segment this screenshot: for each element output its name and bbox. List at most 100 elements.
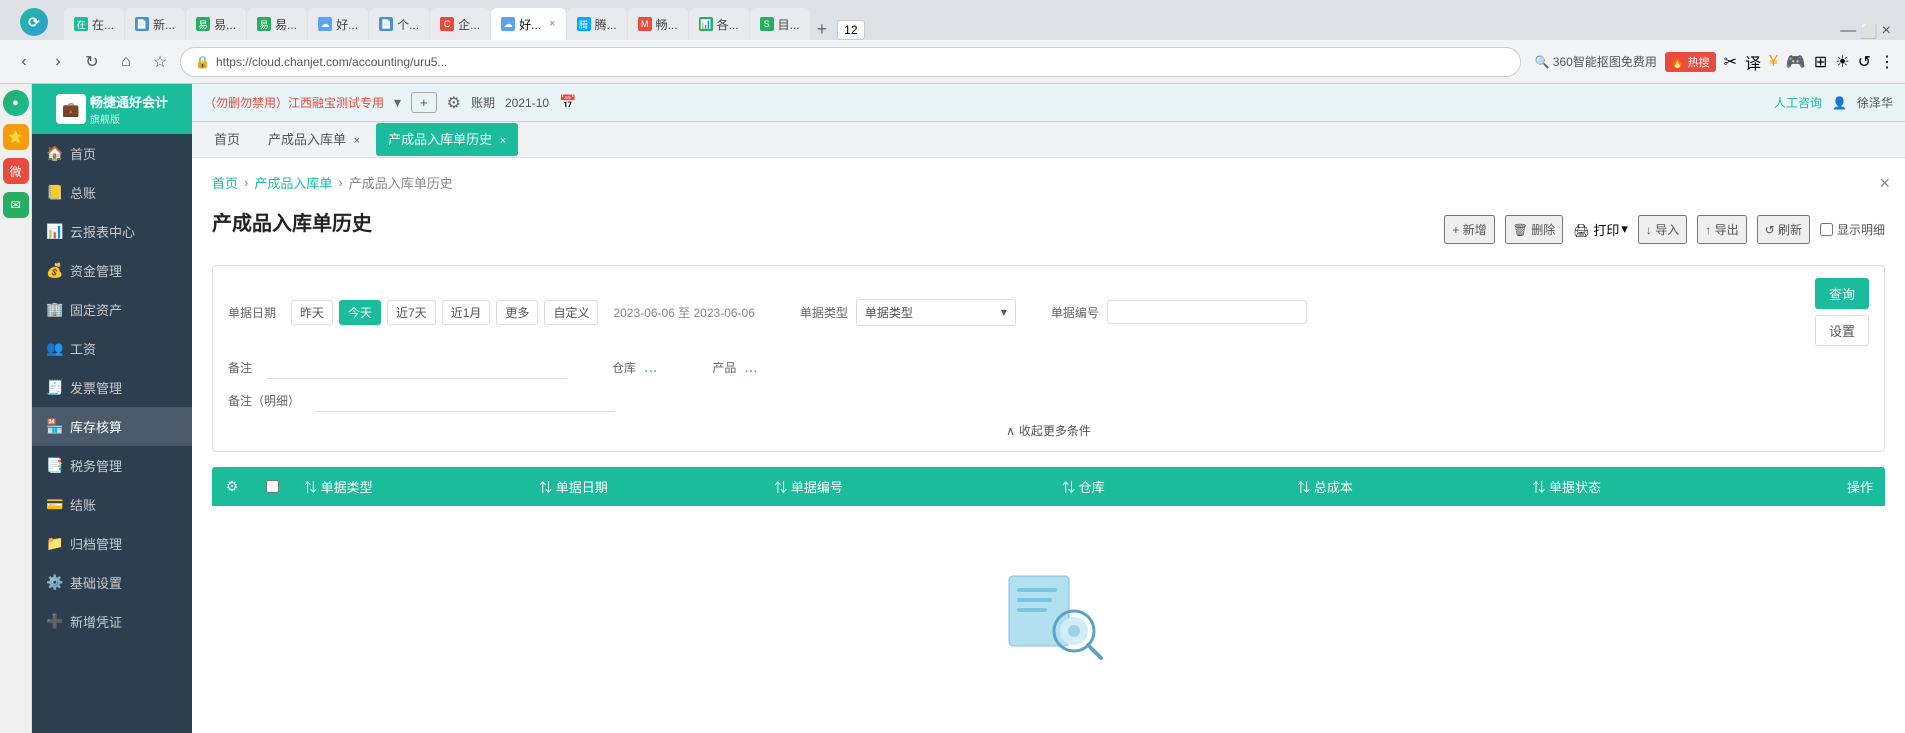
- calendar-icon[interactable]: 📅: [559, 94, 576, 111]
- th-checkbox-cell[interactable]: [252, 470, 292, 503]
- settings-header-button[interactable]: ⚙: [447, 93, 461, 113]
- delete-button[interactable]: 🗑 删除: [1505, 215, 1564, 244]
- tab-favicon-10: M: [638, 17, 652, 31]
- back-button[interactable]: ‹: [10, 48, 38, 76]
- breadcrumb-home[interactable]: 首页: [212, 173, 238, 192]
- add-period-button[interactable]: +: [411, 92, 437, 113]
- page-tab-product-history-close[interactable]: ×: [500, 135, 506, 147]
- last7days-button[interactable]: 近7天: [387, 300, 436, 325]
- sidebar-item-archive[interactable]: 📁 归档管理: [32, 524, 192, 563]
- import-button[interactable]: ↓ 导入: [1638, 215, 1687, 244]
- remark-detail-input[interactable]: [315, 389, 615, 412]
- last1month-button[interactable]: 近1月: [442, 300, 491, 325]
- doc-number-input[interactable]: [1107, 300, 1307, 324]
- refresh-button[interactable]: ↻: [78, 48, 106, 76]
- remark-input[interactable]: [267, 356, 567, 379]
- export-button[interactable]: ↑ 导出: [1697, 215, 1746, 244]
- sidebar-item-payroll[interactable]: 👥 工资: [32, 329, 192, 368]
- today-button[interactable]: 今天: [339, 300, 381, 325]
- sidebar-item-invoice[interactable]: 🧾 发票管理: [32, 368, 192, 407]
- display-detail-checkbox[interactable]: [1820, 223, 1833, 236]
- currency-icon[interactable]: ¥: [1769, 53, 1778, 71]
- product-selector[interactable]: ...: [744, 359, 757, 377]
- table-settings-icon[interactable]: ⚙: [226, 478, 239, 495]
- browser-tab-2[interactable]: 📄 新...: [125, 8, 185, 40]
- page-tab-product-list[interactable]: 产成品入库单 ×: [256, 123, 372, 156]
- refresh-button-main[interactable]: ↺ 刷新: [1757, 215, 1810, 244]
- settings-filter-button[interactable]: 设置: [1815, 315, 1869, 346]
- th-doc-status[interactable]: ⇅ 单据状态: [1520, 467, 1755, 506]
- translate-icon[interactable]: 译: [1745, 50, 1761, 74]
- weather-icon[interactable]: ☀: [1835, 52, 1849, 72]
- sidebar-item-basic-settings[interactable]: ⚙️ 基础设置: [32, 563, 192, 602]
- yesterday-button[interactable]: 昨天: [291, 300, 333, 325]
- sidebar-item-fund-mgmt[interactable]: 💰 资金管理: [32, 251, 192, 290]
- app-icon-weibo[interactable]: 微: [3, 158, 29, 184]
- browser-tab-6[interactable]: 📄 个...: [369, 8, 429, 40]
- sidebar-item-new-voucher[interactable]: ➕ 新增凭证: [32, 602, 192, 641]
- home-button[interactable]: ⌂: [112, 48, 140, 76]
- hot-search-badge[interactable]: 🔥 热搜: [1665, 52, 1716, 72]
- user-service-link[interactable]: 人工咨询: [1774, 94, 1822, 111]
- page-tab-home[interactable]: 首页: [202, 123, 252, 156]
- browser-tab-10[interactable]: M 畅...: [628, 8, 688, 40]
- custom-date-button[interactable]: 自定义: [544, 300, 598, 325]
- doc-type-select[interactable]: 单据类型 ▾: [856, 299, 1016, 326]
- forward-button[interactable]: ›: [44, 48, 72, 76]
- select-all-checkbox[interactable]: [266, 480, 279, 493]
- scissors-icon[interactable]: ✂: [1724, 52, 1737, 72]
- th-total-cost[interactable]: ⇅ 总成本: [1285, 467, 1520, 506]
- company-dropdown-icon[interactable]: ▾: [394, 94, 401, 111]
- minimize-button[interactable]: —: [1840, 22, 1856, 40]
- browser-tab-3[interactable]: 易 易...: [186, 8, 246, 40]
- page-tab-product-history[interactable]: 产成品入库单历史 ×: [376, 123, 518, 156]
- app-icon-star[interactable]: ⭐: [3, 124, 29, 150]
- warehouse-selector[interactable]: ...: [644, 359, 657, 377]
- app-icon-mail[interactable]: ✉: [3, 192, 29, 218]
- browser-tab-12[interactable]: S 目...: [750, 8, 810, 40]
- more-date-button[interactable]: 更多: [496, 300, 538, 325]
- browser-tab-4[interactable]: 易 易...: [247, 8, 307, 40]
- sidebar-item-fixed-assets[interactable]: 🏢 固定资产: [32, 290, 192, 329]
- sidebar-item-inventory[interactable]: 🏪 库存核算: [32, 407, 192, 446]
- game-icon[interactable]: 🎮: [1786, 52, 1806, 72]
- sidebar-item-tax-mgmt[interactable]: 📑 税务管理: [32, 446, 192, 485]
- avatar-icon[interactable]: 👤: [1832, 96, 1847, 110]
- th-warehouse[interactable]: ⇅ 仓库: [1050, 467, 1285, 506]
- th-doc-number[interactable]: ⇅ 单据编号: [762, 467, 1050, 506]
- sidebar-item-general-ledger[interactable]: 📒 总账: [32, 173, 192, 212]
- browser-tab-11[interactable]: 📊 各...: [689, 8, 749, 40]
- query-button[interactable]: 查询: [1815, 278, 1869, 309]
- maximize-button[interactable]: ⬜: [1860, 22, 1877, 40]
- th-doc-date[interactable]: ⇅ 单据日期: [527, 467, 762, 506]
- th-doc-type[interactable]: ⇅ 单据类型: [292, 467, 527, 506]
- th-settings-cell[interactable]: ⚙: [212, 468, 252, 505]
- print-dropdown[interactable]: 🖨 打印 ▾: [1573, 220, 1628, 239]
- collapse-button[interactable]: ∧ 收起更多条件: [1006, 422, 1091, 439]
- browser-tab-8[interactable]: ☁ 好... ×: [491, 8, 565, 40]
- browser-tab-1[interactable]: 在 在...: [64, 8, 124, 40]
- add-button[interactable]: + 新增: [1444, 215, 1494, 244]
- browser-tab-9[interactable]: 腾 腾...: [567, 8, 627, 40]
- new-tab-button[interactable]: +: [811, 19, 834, 40]
- url-input[interactable]: 🔒 https://cloud.chanjet.com/accounting/u…: [180, 47, 1521, 77]
- undo-icon[interactable]: ↺: [1858, 52, 1871, 72]
- breadcrumb-product-list[interactable]: 产成品入库单: [254, 173, 332, 192]
- app-icon-green[interactable]: ●: [3, 90, 29, 116]
- browser-tab-7[interactable]: C 企...: [430, 8, 490, 40]
- sidebar-item-cloud-reports[interactable]: 📊 云报表中心: [32, 212, 192, 251]
- close-browser-button[interactable]: ×: [1882, 22, 1891, 40]
- sidebar-item-settlement[interactable]: 💳 结账: [32, 485, 192, 524]
- tab-favicon-8: ☁: [501, 17, 515, 31]
- tab-close-8[interactable]: ×: [549, 18, 555, 30]
- home-menu-icon: 🏠: [46, 145, 62, 162]
- bookmark-button[interactable]: ☆: [146, 48, 174, 76]
- warehouse-filter: 仓库 ...: [612, 359, 657, 377]
- page-tab-product-list-close[interactable]: ×: [354, 135, 360, 147]
- sidebar-item-home[interactable]: 🏠 首页: [32, 134, 192, 173]
- grid-icon[interactable]: ⊞: [1814, 52, 1827, 72]
- browser-tab-5[interactable]: ☁ 好...: [308, 8, 368, 40]
- more-icon[interactable]: ⋮: [1879, 52, 1895, 72]
- sidebar-item-payroll-label: 工资: [70, 339, 96, 358]
- panel-close-button[interactable]: ×: [1879, 173, 1890, 194]
